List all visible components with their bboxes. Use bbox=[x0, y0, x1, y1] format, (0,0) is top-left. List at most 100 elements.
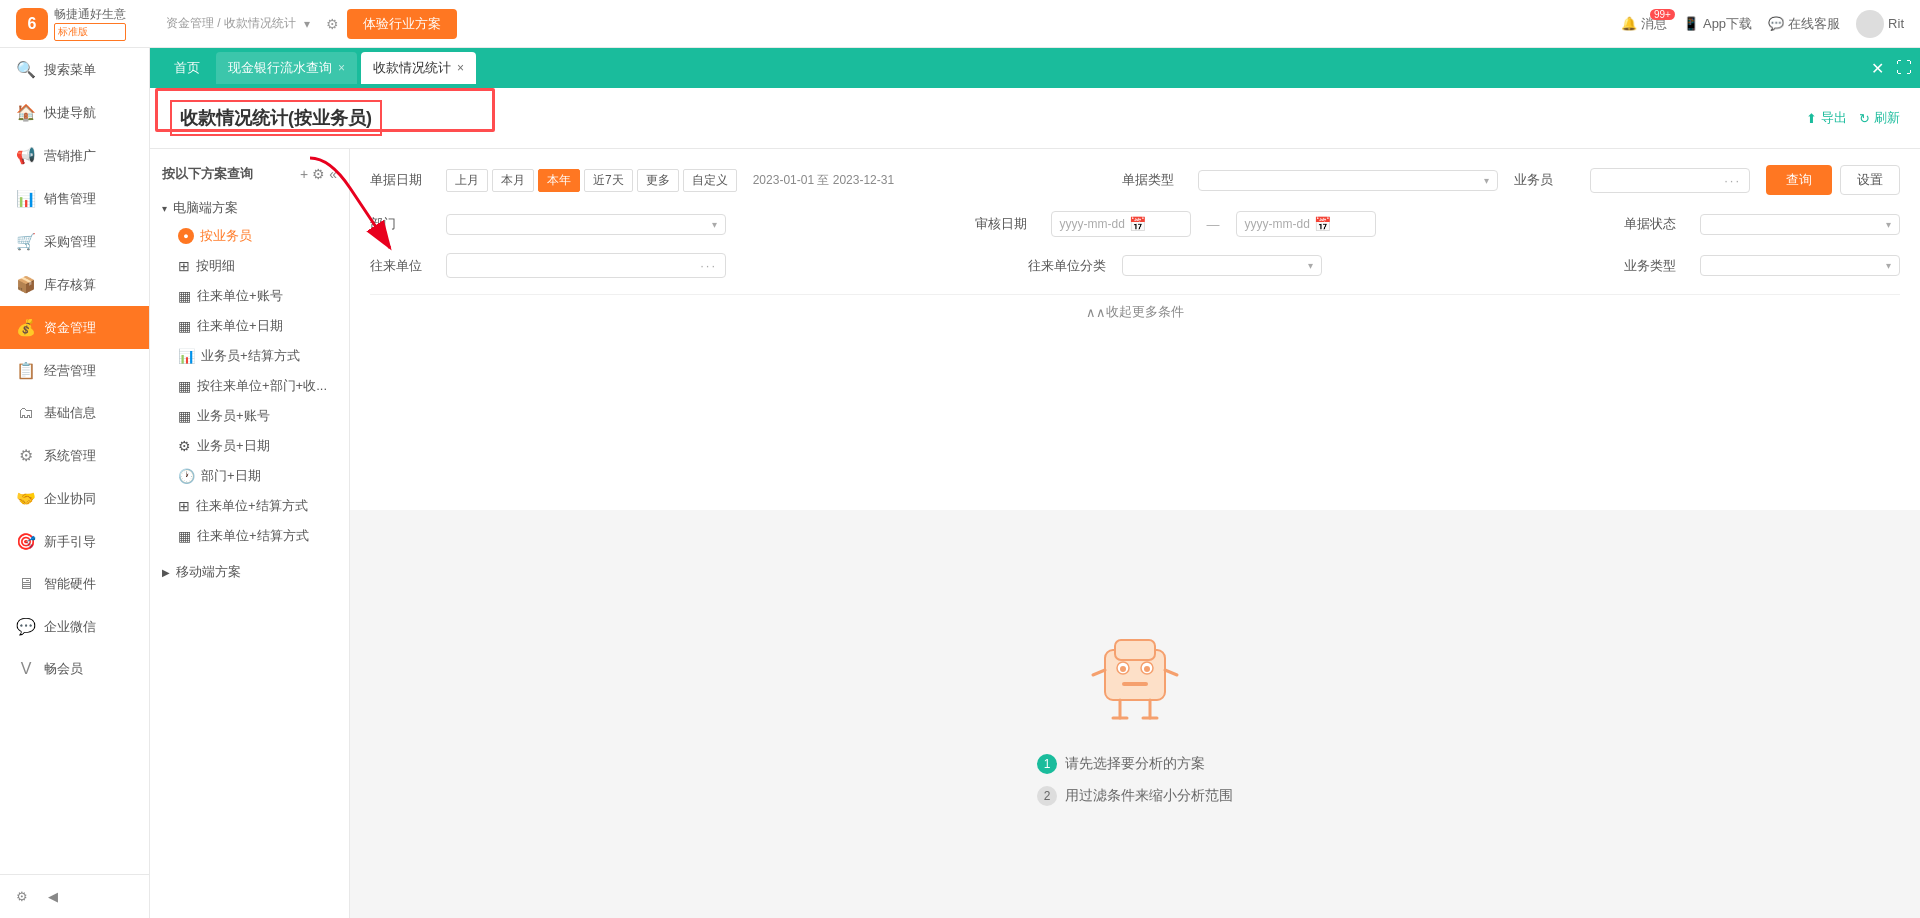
tab-bank-flow[interactable]: 现金银行流水查询 × bbox=[216, 52, 357, 84]
add-scheme-btn[interactable]: + bbox=[300, 166, 308, 182]
empty-step-2: 2 用过滤条件来缩小分析范围 bbox=[1037, 786, 1233, 806]
tab-home[interactable]: 首页 bbox=[158, 48, 216, 88]
dept-select[interactable]: ▾ bbox=[446, 214, 726, 235]
scheme-item-partner-dept[interactable]: ▦ 按往来单位+部门+收... bbox=[150, 371, 349, 401]
sidebar-item-operation[interactable]: 📋 经营管理 bbox=[0, 349, 149, 392]
date-separator: — bbox=[1207, 217, 1220, 232]
scheme-group-mobile: ▶ 移动端方案 bbox=[150, 555, 349, 589]
scheme-item-partner-account[interactable]: ▦ 往来单位+账号 bbox=[150, 281, 349, 311]
tab-close-icon-2[interactable]: × bbox=[457, 61, 464, 75]
sidebar-item-label: 企业微信 bbox=[44, 618, 96, 636]
sidebar-item-member[interactable]: V 畅会员 bbox=[0, 648, 149, 690]
date-range-display: 2023-01-01 至 2023-12-31 bbox=[753, 172, 894, 189]
table-icon-4: ▦ bbox=[178, 408, 191, 424]
date-tab-7days[interactable]: 近7天 bbox=[584, 169, 633, 192]
export-button[interactable]: ⬆ 导出 bbox=[1806, 109, 1847, 127]
sidebar: 🔍 搜索菜单 🏠 快捷导航 📢 营销推广 📊 销售管理 🛒 采购管理 📦 库存核… bbox=[0, 48, 150, 918]
doc-status-select[interactable]: ▾ bbox=[1700, 214, 1900, 235]
grid-icon: ⊞ bbox=[178, 258, 190, 274]
trial-button[interactable]: 体验行业方案 bbox=[347, 9, 457, 39]
review-date-start[interactable]: yyyy-mm-dd 📅 bbox=[1051, 211, 1191, 237]
tab-close-icon[interactable]: × bbox=[338, 61, 345, 75]
scheme-item-partner-settlement1[interactable]: ⊞ 往来单位+结算方式 bbox=[150, 491, 349, 521]
clock-icon: 🕐 bbox=[178, 468, 195, 484]
chart-icon: 📊 bbox=[178, 348, 195, 364]
sidebar-item-enterprise[interactable]: 🤝 企业协同 bbox=[0, 477, 149, 520]
user-avatar bbox=[1856, 10, 1884, 38]
date-tab-custom[interactable]: 自定义 bbox=[683, 169, 737, 192]
collapse-more-btn[interactable]: ∧∧ 收起更多条件 bbox=[370, 294, 1900, 329]
scheme-item-salesperson-account[interactable]: ▦ 业务员+账号 bbox=[150, 401, 349, 431]
scheme-settings-btn[interactable]: ⚙ bbox=[312, 166, 325, 182]
close-window-icon[interactable]: ✕ bbox=[1871, 59, 1884, 78]
sidebar-item-quick-nav[interactable]: 🏠 快捷导航 bbox=[0, 91, 149, 134]
tab-collection-label: 收款情况统计 bbox=[373, 59, 451, 77]
step-number-2: 2 bbox=[1037, 786, 1057, 806]
sidebar-collapse-btn[interactable]: ◀ bbox=[40, 883, 66, 910]
refresh-button[interactable]: ↻ 刷新 bbox=[1859, 109, 1900, 127]
sidebar-item-purchase[interactable]: 🛒 采购管理 bbox=[0, 220, 149, 263]
sidebar-item-search[interactable]: 🔍 搜索菜单 bbox=[0, 48, 149, 91]
date-tab-last-month[interactable]: 上月 bbox=[446, 169, 488, 192]
business-type-select[interactable]: ▾ bbox=[1700, 255, 1900, 276]
scheme-item-by-salesperson[interactable]: ● 按业务员 bbox=[150, 221, 349, 251]
scheme-group-desktop-title[interactable]: ▾ 电脑端方案 bbox=[150, 195, 349, 221]
table-icon-3: ▦ bbox=[178, 378, 191, 394]
notification-badge: 99+ bbox=[1650, 9, 1675, 20]
sidebar-item-basic[interactable]: 🗂 基础信息 bbox=[0, 392, 149, 434]
scheme-item-by-detail[interactable]: ⊞ 按明细 bbox=[150, 251, 349, 281]
online-service-btn[interactable]: 💬 在线客服 bbox=[1768, 15, 1840, 33]
review-date-label: 审核日期 bbox=[975, 215, 1035, 233]
sidebar-item-label: 系统管理 bbox=[44, 447, 96, 465]
sidebar-item-hardware[interactable]: 🖥 智能硬件 bbox=[0, 563, 149, 605]
partner-category-select[interactable]: ▾ bbox=[1122, 255, 1322, 276]
sidebar-settings-btn[interactable]: ⚙ bbox=[8, 883, 36, 910]
scheme-item-salesperson-settlement[interactable]: 📊 业务员+结算方式 bbox=[150, 341, 349, 371]
doc-type-select[interactable]: ▾ bbox=[1198, 170, 1498, 191]
scheme-collapse-btn[interactable]: « bbox=[329, 166, 337, 182]
export-label: 导出 bbox=[1821, 109, 1847, 127]
sidebar-item-system[interactable]: ⚙ 系统管理 bbox=[0, 434, 149, 477]
chevron-down-icon[interactable]: ▾ bbox=[304, 17, 310, 31]
download-icon: 📱 bbox=[1683, 16, 1699, 31]
result-area: 1 请先选择要分析的方案 2 用过滤条件来缩小分析范围 bbox=[350, 510, 1920, 919]
top-header: 6 畅捷通好生意 标准版 资金管理 / 收款情况统计 ▾ ⚙ 体验行业方案 🔔 … bbox=[0, 0, 1920, 48]
maximize-icon[interactable]: ⛶ bbox=[1896, 59, 1912, 77]
partner-select[interactable]: ··· bbox=[446, 253, 726, 278]
date-tab-this-month[interactable]: 本月 bbox=[492, 169, 534, 192]
sidebar-item-label: 采购管理 bbox=[44, 233, 96, 251]
calendar-icon-2[interactable]: 📅 bbox=[1314, 216, 1331, 232]
calendar-icon-1[interactable]: 📅 bbox=[1129, 216, 1146, 232]
table-icon: ▦ bbox=[178, 288, 191, 304]
sidebar-bottom: ⚙ ◀ bbox=[0, 874, 149, 918]
sidebar-item-marketing[interactable]: 📢 营销推广 bbox=[0, 134, 149, 177]
scheme-item-salesperson-date[interactable]: ⚙ 业务员+日期 bbox=[150, 431, 349, 461]
scheme-item-dept-date[interactable]: 🕐 部门+日期 bbox=[150, 461, 349, 491]
scheme-item-partner-date[interactable]: ▦ 往来单位+日期 bbox=[150, 311, 349, 341]
salesperson-select[interactable]: ··· bbox=[1590, 168, 1750, 193]
chevron-icon-4: ▾ bbox=[1308, 260, 1313, 271]
review-date-end[interactable]: yyyy-mm-dd 📅 bbox=[1236, 211, 1376, 237]
sales-icon: 📊 bbox=[16, 189, 36, 208]
arrow-right-icon: ▶ bbox=[162, 567, 170, 578]
scheme-group-mobile-title[interactable]: ▶ 移动端方案 bbox=[150, 559, 349, 585]
sidebar-item-sales[interactable]: 📊 销售管理 bbox=[0, 177, 149, 220]
user-profile[interactable]: Rit bbox=[1856, 10, 1904, 38]
tab-collection-stats[interactable]: 收款情况统计 × bbox=[361, 52, 476, 84]
sidebar-item-wechat[interactable]: 💬 企业微信 bbox=[0, 605, 149, 648]
app-logo-icon: 6 bbox=[16, 8, 48, 40]
date-tab-more[interactable]: 更多 bbox=[637, 169, 679, 192]
query-button[interactable]: 查询 bbox=[1766, 165, 1832, 195]
notification-area[interactable]: 🔔 消息 99+ bbox=[1621, 15, 1667, 33]
date-tab-this-year[interactable]: 本年 bbox=[538, 169, 580, 192]
scheme-item-partner-settlement2[interactable]: ▦ 往来单位+结算方式 bbox=[150, 521, 349, 551]
sidebar-item-inventory[interactable]: 📦 库存核算 bbox=[0, 263, 149, 306]
app-download-btn[interactable]: 📱 App下载 bbox=[1683, 15, 1752, 33]
sidebar-item-guide[interactable]: 🎯 新手引导 bbox=[0, 520, 149, 563]
settings-icon[interactable]: ⚙ bbox=[326, 16, 339, 32]
refresh-icon: ↻ bbox=[1859, 111, 1870, 126]
sidebar-item-finance[interactable]: 💰 资金管理 bbox=[0, 306, 149, 349]
doc-type-label: 单据类型 bbox=[1122, 171, 1182, 189]
salesperson-label: 业务员 bbox=[1514, 171, 1574, 189]
setting-button[interactable]: 设置 bbox=[1840, 165, 1900, 195]
